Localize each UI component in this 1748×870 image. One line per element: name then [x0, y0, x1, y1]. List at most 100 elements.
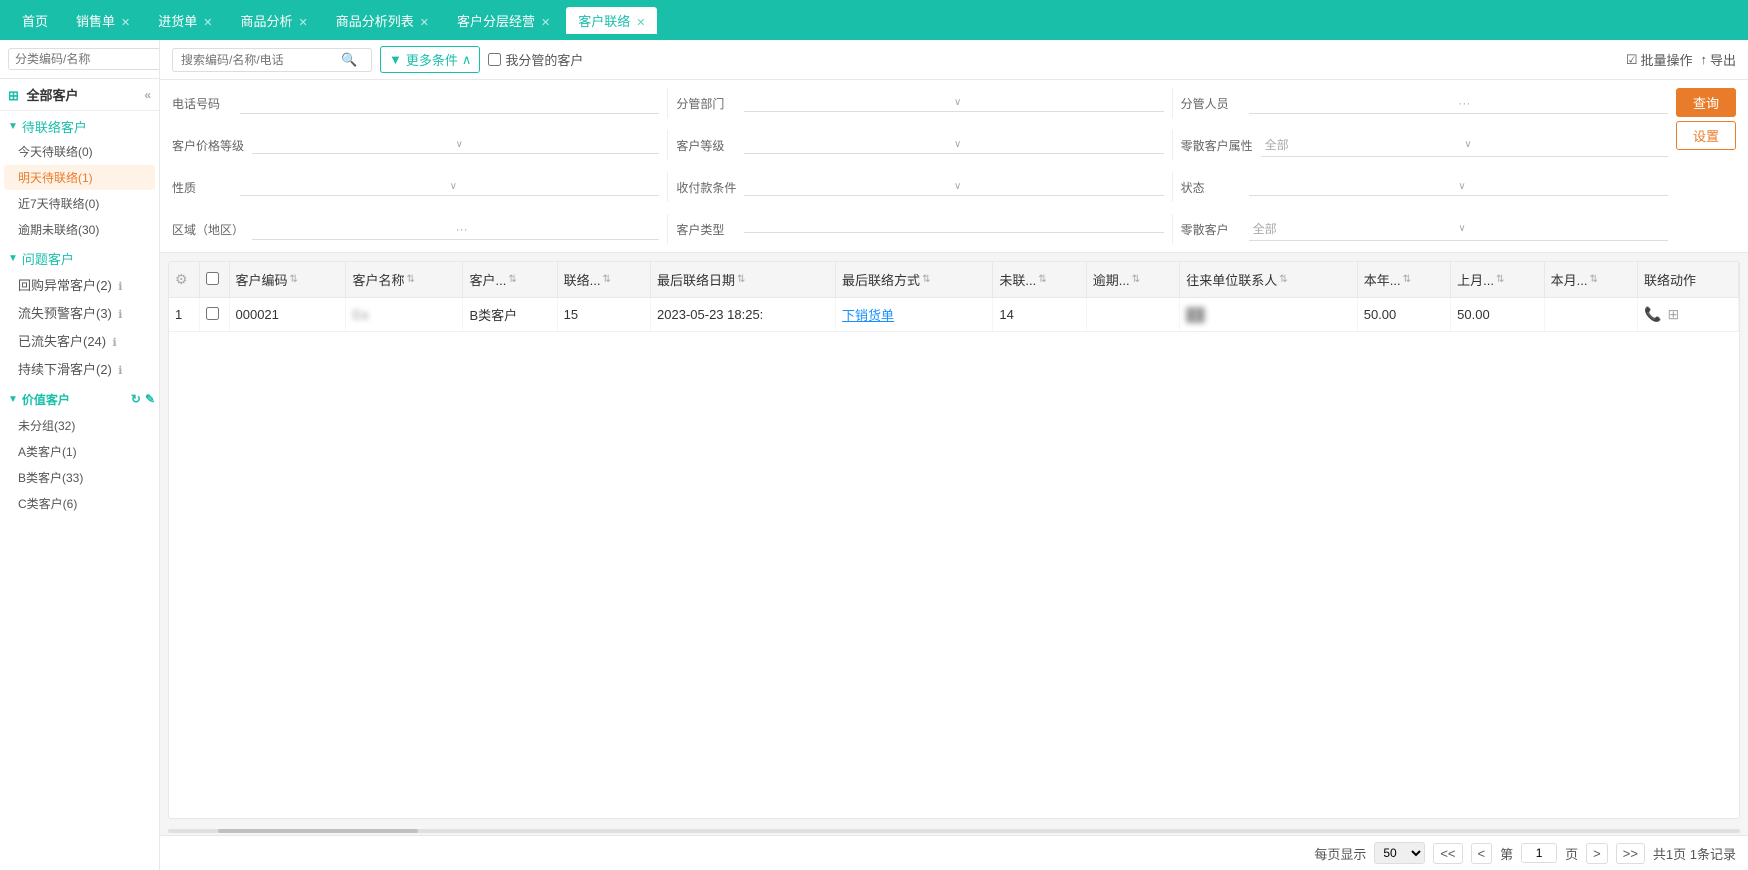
filter-row-1: 电话号码 分管部门 ∨ 分管人员 — [172, 88, 1668, 118]
close-sales-tab[interactable]: ✕ — [121, 17, 130, 29]
first-page-btn[interactable]: << — [1433, 843, 1462, 864]
cell-last-contact-date: 2023-05-23 18:25: — [651, 298, 836, 332]
th-last-contact-method: 最后联络方式 ⇅ — [836, 262, 993, 298]
nav-sales[interactable]: 销售单✕ — [64, 7, 142, 34]
th-contact: 联络... ⇅ — [557, 262, 650, 298]
cell-this-year: 50.00 — [1357, 298, 1450, 332]
nav-product-analysis-list[interactable]: 商品分析列表✕ — [324, 7, 441, 34]
cell-no-contact: 14 — [993, 298, 1086, 332]
customer-level-select[interactable]: ∨ — [744, 136, 1163, 154]
info-icon-0: ℹ — [118, 281, 122, 293]
gear-icon[interactable]: ⚙ — [175, 271, 188, 287]
close-purchase-tab[interactable]: ✕ — [203, 17, 212, 29]
divider-5 — [667, 172, 668, 202]
payment-arrow-icon: ∨ — [954, 181, 1160, 192]
nav-home[interactable]: 首页 — [10, 7, 60, 34]
close-customer-contact-tab[interactable]: ✕ — [636, 17, 645, 29]
sidebar-churn-warning[interactable]: 流失预警客户(3) ℹ — [4, 299, 155, 326]
sidebar-churned[interactable]: 已流失客户(24) ℹ — [4, 327, 155, 354]
person-select[interactable]: ··· — [1249, 93, 1668, 114]
region-select[interactable]: ··· — [252, 219, 659, 240]
nav-purchase[interactable]: 进货单✕ — [146, 7, 224, 34]
sidebar-7days-contact[interactable]: 近7天待联络(0) — [4, 191, 155, 216]
cell-contacts: ██ — [1180, 298, 1357, 332]
status-arrow-icon: ∨ — [1458, 181, 1664, 192]
sidebar-type-a[interactable]: A类客户(1) — [4, 439, 155, 464]
customer-type-select[interactable] — [744, 226, 1163, 233]
sort-this-year-icon: ⇅ — [1403, 274, 1411, 285]
per-page-select[interactable]: 50 100 200 — [1374, 842, 1425, 864]
sidebar-overdue-contact[interactable]: 逾期未联络(30) — [4, 217, 155, 242]
cell-code: 000021 — [229, 298, 346, 332]
dept-select[interactable]: ∨ — [744, 94, 1163, 112]
filter-panel: 电话号码 分管部门 ∨ 分管人员 — [160, 80, 1748, 253]
sidebar-today-contact[interactable]: 今天待联络(0) — [4, 139, 155, 164]
settings-button[interactable]: 设置 — [1676, 121, 1736, 150]
price-level-field: 客户价格等级 ∨ — [172, 136, 659, 154]
export-icon: ↑ — [1700, 52, 1707, 67]
nav-customer-tier[interactable]: 客户分层经营✕ — [445, 7, 562, 34]
close-product-analysis-tab[interactable]: ✕ — [299, 17, 308, 29]
sidebar-type-b[interactable]: B类客户(33) — [4, 465, 155, 490]
sidebar-declining[interactable]: 持续下滑客户(2) ℹ — [4, 355, 155, 382]
retail-attr-select[interactable]: 全部 ∨ — [1261, 133, 1668, 157]
phone-action-icon[interactable]: 📞 — [1644, 306, 1661, 323]
filter-row-3: 性质 ∨ 收付款条件 ∨ — [172, 172, 1668, 202]
prev-page-btn[interactable]: < — [1471, 843, 1493, 864]
scroll-thumb[interactable] — [218, 829, 418, 833]
th-this-month: 本月... ⇅ — [1544, 262, 1637, 298]
nature-select[interactable]: ∨ — [240, 178, 659, 196]
more-filters-btn[interactable]: ▼ 更多条件 ∧ — [380, 46, 480, 73]
status-select[interactable]: ∨ — [1249, 178, 1668, 196]
sidebar-abnormal-repurchase[interactable]: 回购异常客户(2) ℹ — [4, 271, 155, 298]
retail-customer-select[interactable]: 全部 ∨ — [1249, 217, 1668, 241]
value-edit-icon[interactable]: ✎ — [145, 392, 155, 406]
close-customer-tier-tab[interactable]: ✕ — [541, 17, 550, 29]
value-refresh-icon[interactable]: ↻ — [131, 392, 141, 406]
sidebar-search-input[interactable] — [8, 48, 160, 70]
more-action-icon[interactable]: ⊞ — [1667, 306, 1679, 323]
sidebar-tomorrow-contact[interactable]: 明天待联络(1) — [4, 165, 155, 190]
row-checkbox[interactable] — [206, 307, 219, 320]
next-page-btn[interactable]: > — [1586, 843, 1608, 864]
sidebar-pending-group: ▼ 待联络客户 — [0, 111, 159, 138]
select-all-checkbox[interactable] — [206, 272, 219, 285]
cell-overdue — [1086, 298, 1179, 332]
query-button[interactable]: 查询 — [1676, 88, 1736, 117]
sort-last-date-icon: ⇅ — [737, 274, 745, 285]
retail-attr-arrow-icon: ∨ — [1464, 139, 1664, 150]
th-no-contact: 未联... ⇅ — [993, 262, 1086, 298]
last-contact-method-link[interactable]: 下销货单 — [842, 308, 894, 323]
nature-field: 性质 ∨ — [172, 178, 659, 196]
divider-1 — [667, 88, 668, 118]
main-layout: 🔍 ⊞ 全部客户 « ▼ 待联络客户 今天待联络(0) 明天待联络(1) 近7天… — [0, 40, 1748, 870]
cell-action: 📞 ⊞ — [1638, 298, 1739, 332]
customer-level-arrow-icon: ∨ — [954, 139, 1160, 150]
filter-row-2: 客户价格等级 ∨ 客户等级 ∨ — [172, 130, 1668, 160]
sidebar-all-customers[interactable]: ⊞ 全部客户 « — [0, 79, 159, 111]
toolbar-search-icon[interactable]: 🔍 — [341, 52, 357, 68]
close-product-list-tab[interactable]: ✕ — [420, 17, 429, 29]
divider-2 — [1172, 88, 1173, 118]
price-level-select[interactable]: ∨ — [252, 136, 659, 154]
export-btn[interactable]: ↑ 导出 — [1700, 50, 1736, 69]
status-label: 状态 — [1181, 179, 1241, 196]
payment-select[interactable]: ∨ — [744, 178, 1163, 196]
page-number-input[interactable] — [1521, 843, 1557, 863]
last-page-btn[interactable]: >> — [1616, 843, 1645, 864]
sort-last-month-icon: ⇅ — [1496, 274, 1504, 285]
bulk-ops-btn[interactable]: ☑ 批量操作 — [1626, 50, 1693, 69]
th-contacts: 往来单位联系人 ⇅ — [1180, 262, 1357, 298]
nav-product-analysis[interactable]: 商品分析✕ — [228, 7, 319, 34]
th-name[interactable]: 客户名称 ⇅ — [346, 262, 463, 298]
th-code[interactable]: 客户编码 ⇅ — [229, 262, 346, 298]
sidebar-ungrouped[interactable]: 未分组(32) — [4, 413, 155, 438]
toolbar-search-input[interactable] — [181, 53, 341, 67]
toolbar: 🔍 ▼ 更多条件 ∧ 我分管的客户 ☑ 批量操作 ↑ 导出 — [160, 40, 1748, 80]
nav-customer-contact[interactable]: 客户联络✕ — [566, 7, 657, 34]
divider-4 — [1172, 130, 1173, 160]
sidebar-type-c[interactable]: C类客户(6) — [4, 491, 155, 516]
my-customers-checkbox-label[interactable]: 我分管的客户 — [488, 50, 583, 69]
phone-input[interactable] — [240, 93, 659, 114]
my-customers-checkbox[interactable] — [488, 53, 501, 66]
